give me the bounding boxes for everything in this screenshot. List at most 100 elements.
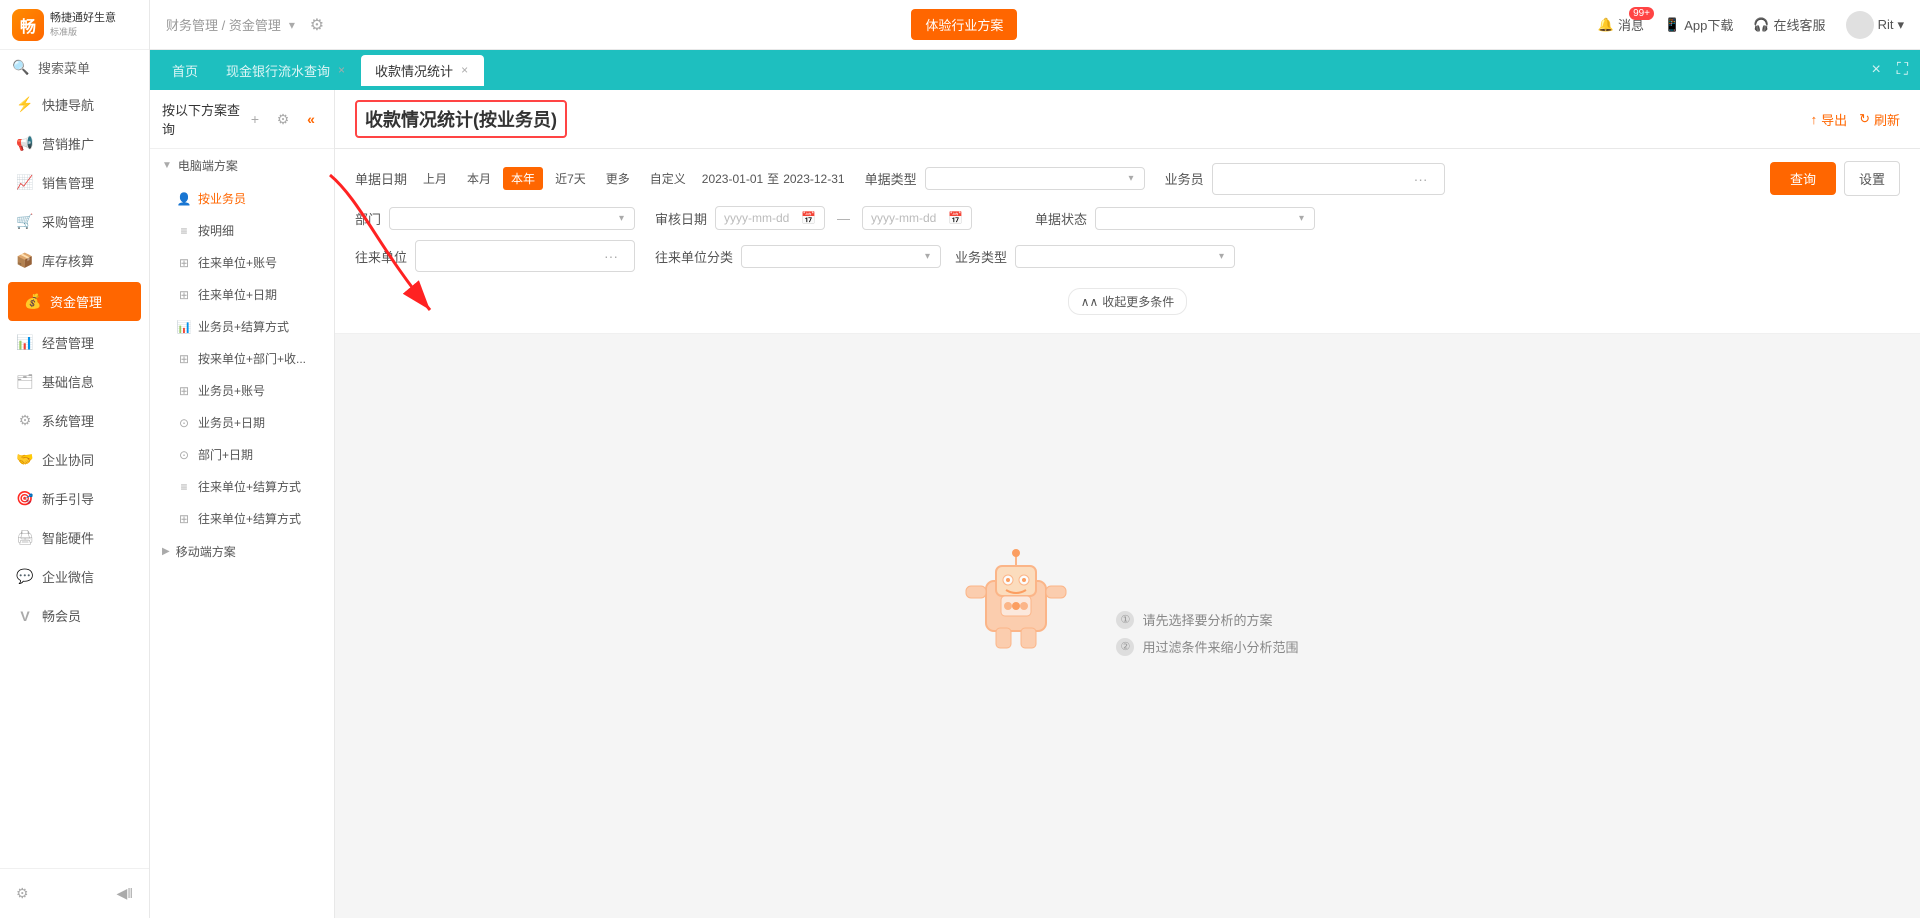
filter-item-salesperson-account[interactable]: ⊞ 业务员+账号 (154, 375, 330, 406)
refresh-icon: ↻ (1859, 111, 1870, 127)
salesperson-more-icon[interactable]: ··· (1408, 169, 1434, 189)
sidebar-settings-btn[interactable]: ⚙ (12, 881, 33, 906)
filter-item-unit-settle1[interactable]: ≡ 往来单位+结算方式 (154, 471, 330, 502)
content-area: 按以下方案查询 + ⚙ « ▼ 电脑端方案 👤 按业务员 ≡ 按明细 (150, 90, 1920, 918)
filter-mobile-section[interactable]: ▶ 移动端方案 (150, 535, 334, 568)
topbar-left: 财务管理 / 资金管理 ▾ ⚙ (166, 11, 331, 39)
sidebar-item-basic[interactable]: 🗂 基础信息 (0, 362, 149, 401)
sidebar-item-finance[interactable]: 💰 资金管理 (8, 282, 141, 321)
doc-type-chevron-icon: ▾ (1129, 173, 1134, 184)
tab-receipt-close-icon[interactable]: × (459, 61, 470, 79)
user-name: Rit (1878, 17, 1894, 32)
filter-settings-btn[interactable]: ⚙ (272, 108, 294, 130)
page-header-actions: ↑ 导出 ↻ 刷新 (1811, 110, 1900, 129)
unit-dept-label: 按来单位+部门+收... (198, 350, 306, 367)
filter-item-salesperson-date[interactable]: ⊙ 业务员+日期 (154, 407, 330, 438)
filter-item-unit-settle2[interactable]: ⊞ 往来单位+结算方式 (154, 503, 330, 534)
sidebar-item-purchase[interactable]: 🛒 采购管理 (0, 202, 149, 241)
salesperson-account-label: 业务员+账号 (198, 382, 265, 399)
search-bar: 单据日期 上月 本月 本年 近7天 更多 自定义 2023-01-01 至 (335, 149, 1920, 334)
sidebar-item-enterprise[interactable]: 🤝 企业协同 (0, 440, 149, 479)
sidebar-item-operation[interactable]: 📊 经营管理 (0, 323, 149, 362)
refresh-btn[interactable]: ↻ 刷新 (1859, 110, 1900, 129)
quicknav-icon: ⚡ (16, 96, 34, 114)
dept-label: 部门 (355, 209, 381, 228)
tab-home[interactable]: 首页 (158, 55, 212, 86)
topbar-settings-icon[interactable]: ⚙ (303, 11, 331, 39)
operation-icon: 📊 (16, 334, 34, 352)
doc-type-select[interactable]: ▾ (925, 167, 1145, 190)
date-field: 单据日期 上月 本月 本年 近7天 更多 自定义 2023-01-01 至 (355, 167, 845, 190)
sidebar-item-wechat[interactable]: 💬 企业微信 (0, 557, 149, 596)
biz-type-select[interactable]: ▾ (1015, 245, 1235, 268)
unit-more-icon[interactable]: ··· (598, 246, 624, 266)
salesperson-label: 业务员 (1165, 169, 1204, 188)
sidebar-collapse-btn[interactable]: ◀‖ (112, 881, 137, 906)
filter-item-salesperson-settle[interactable]: 📊 业务员+结算方式 (154, 311, 330, 342)
audit-date-to[interactable]: yyyy-mm-dd 📅 (862, 206, 972, 230)
unit-category-field: 往来单位分类 ▾ (655, 245, 935, 268)
filter-item-unit-date[interactable]: ⊞ 往来单位+日期 (154, 279, 330, 310)
settings-btn[interactable]: 设置 (1844, 161, 1900, 196)
sidebar-item-hardware[interactable]: 🖨 智能硬件 (0, 518, 149, 557)
date-last7-btn[interactable]: 近7天 (547, 167, 594, 190)
logo-text: 畅捷通好生意 (50, 11, 116, 25)
dept-field: 部门 ▾ (355, 207, 635, 230)
detail-icon: ≡ (176, 223, 192, 239)
online-service-btn[interactable]: 🎧 在线客服 (1753, 15, 1825, 34)
logo-icon: 畅 (12, 9, 44, 41)
sidebar-item-quicknav[interactable]: ⚡ 快捷导航 (0, 85, 149, 124)
sidebar-item-newguide[interactable]: 🎯 新手引导 (0, 479, 149, 518)
sidebar-item-vip[interactable]: V 畅会员 (0, 596, 149, 635)
doc-status-select[interactable]: ▾ (1095, 207, 1315, 230)
window-maximize-btn[interactable]: ⛶ (1893, 57, 1912, 83)
sidebar-label-quicknav: 快捷导航 (42, 95, 94, 114)
filter-item-salesperson[interactable]: 👤 按业务员 (154, 183, 330, 214)
collapse-btn[interactable]: ∧∧ 收起更多条件 (1068, 288, 1188, 315)
sidebar-item-sales[interactable]: 📈 销售管理 (0, 163, 149, 202)
trial-btn[interactable]: 体验行业方案 (911, 9, 1017, 40)
dept-select[interactable]: ▾ (389, 207, 635, 230)
filter-add-btn[interactable]: + (244, 108, 266, 130)
filter-collapse-btn[interactable]: « (300, 108, 322, 130)
filter-item-detail[interactable]: ≡ 按明细 (154, 215, 330, 246)
audit-from-placeholder: yyyy-mm-dd (724, 211, 789, 225)
date-custom-btn[interactable]: 自定义 (642, 167, 694, 190)
message-btn[interactable]: 🔔 消息 99+ (1598, 15, 1644, 34)
date-range: 2023-01-01 至 2023-12-31 (702, 170, 845, 187)
sidebar-item-system[interactable]: ⚙ 系统管理 (0, 401, 149, 440)
wechat-icon: 💬 (16, 568, 34, 586)
tab-bank[interactable]: 现金银行流水查询 × (212, 55, 361, 86)
sidebar-search-menu[interactable]: 🔍 搜索菜单 (0, 50, 149, 85)
filter-item-unit-dept[interactable]: ⊞ 按来单位+部门+收... (154, 343, 330, 374)
filter-pc-section[interactable]: ▼ 电脑端方案 (150, 149, 334, 182)
detail-label: 按明细 (198, 222, 234, 239)
sidebar-label-vip: 畅会员 (42, 606, 81, 625)
window-close-btn[interactable]: × (1867, 57, 1884, 83)
app-download-btn[interactable]: 📱 App下载 (1664, 15, 1733, 34)
filter-item-dept-date[interactable]: ⊙ 部门+日期 (154, 439, 330, 470)
tab-receipt[interactable]: 收款情况统计 × (361, 55, 484, 86)
breadcrumb-chevron-icon[interactable]: ▾ (289, 18, 295, 32)
unit-select[interactable]: ··· (415, 240, 635, 272)
salesperson-field: 业务员 ··· (1165, 163, 1445, 195)
sidebar-item-inventory[interactable]: 📦 库存核算 (0, 241, 149, 280)
salesperson-settle-label: 业务员+结算方式 (198, 318, 289, 335)
sidebar-item-marketing[interactable]: 📢 营销推广 (0, 124, 149, 163)
sidebar-label-sales: 销售管理 (42, 173, 94, 192)
user-menu[interactable]: Rit ▾ (1846, 11, 1904, 39)
salesperson-select[interactable]: ··· (1212, 163, 1445, 195)
filter-item-unit-account[interactable]: ⊞ 往来单位+账号 (154, 247, 330, 278)
query-btn[interactable]: 查询 (1770, 162, 1836, 195)
export-btn[interactable]: ↑ 导出 (1811, 110, 1848, 129)
unit-category-select[interactable]: ▾ (741, 245, 941, 268)
sales-icon: 📈 (16, 174, 34, 192)
message-icon: 🔔 (1598, 17, 1614, 33)
date-last-month-btn[interactable]: 上月 (415, 167, 455, 190)
filter-panel-header: 按以下方案查询 + ⚙ « (150, 90, 334, 149)
audit-date-from[interactable]: yyyy-mm-dd 📅 (715, 206, 825, 230)
tab-bank-close-icon[interactable]: × (336, 61, 347, 79)
date-this-year-btn[interactable]: 本年 (503, 167, 543, 190)
date-more-btn[interactable]: 更多 (598, 167, 638, 190)
date-this-month-btn[interactable]: 本月 (459, 167, 499, 190)
